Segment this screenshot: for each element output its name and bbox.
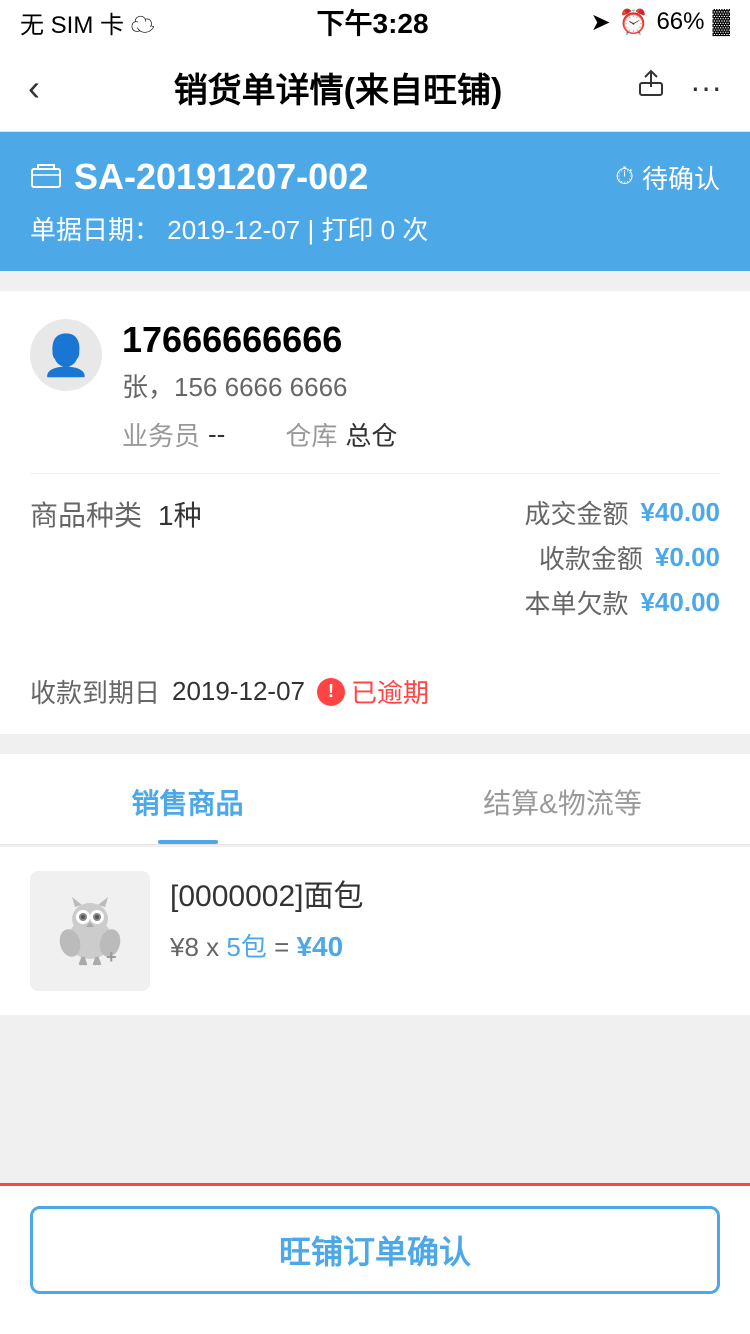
product-logo: + [50, 891, 130, 971]
product-item: + [0000002]面包 ¥8 x 5包 = ¥40 [30, 871, 720, 991]
customer-name: 张，156 6666 6666 [122, 367, 720, 404]
warehouse-field: 仓库 总仓 [285, 416, 397, 453]
salesperson-field: 业务员 -- [122, 416, 225, 453]
status-time: 下午3:28 [317, 2, 429, 42]
owed-amount: 本单欠款 ¥40.00 [524, 584, 720, 621]
confirm-btn-container: 旺铺订单确认 [0, 1183, 750, 1334]
due-date-section: 收款到期日 2019-12-07 ! 已逾期 [0, 649, 750, 734]
product-price: ¥8 x 5包 = ¥40 [170, 927, 720, 964]
customer-phone: 17666666666 [122, 319, 720, 361]
quantity: 5包 [226, 932, 266, 962]
order-icon [30, 156, 62, 198]
received-amount: 收款金额 ¥0.00 [539, 539, 720, 576]
header-card: SA-20191207-002 ⏱ 待确认 单据日期： 2019-12-07 |… [0, 132, 750, 271]
amount-section: 商品种类 1种 成交金额 ¥40.00 收款金额 ¥0.00 本单欠款 ¥40.… [30, 494, 720, 621]
back-button[interactable]: ‹ [28, 67, 40, 109]
avatar: 👤 [30, 319, 102, 391]
price-separator: = [267, 932, 297, 962]
status-left: 无 SIM 卡 ☁ [20, 5, 155, 40]
tab-settlement[interactable]: 结算&物流等 [375, 754, 750, 844]
order-id: SA-20191207-002 [30, 156, 368, 198]
tabs-container: 销售商品 结算&物流等 [0, 754, 750, 845]
overdue-icon: ! [317, 678, 345, 706]
amount-details: 成交金额 ¥40.00 收款金额 ¥0.00 本单欠款 ¥40.00 [524, 494, 720, 621]
product-thumbnail: + [30, 871, 150, 991]
share-icon[interactable] [636, 69, 666, 107]
tab-sales[interactable]: 销售商品 [0, 754, 375, 844]
clock-icon: ⏱ [615, 163, 634, 191]
confirm-order-button[interactable]: 旺铺订单确认 [30, 1206, 720, 1294]
status-right: ➤ ⏰ 66% ▓ [590, 8, 730, 37]
product-info: [0000002]面包 ¥8 x 5包 = ¥40 [170, 871, 720, 991]
sim-status: 无 SIM 卡 ☁ [20, 5, 155, 40]
page-title: 销货单详情(来自旺铺) [40, 63, 636, 112]
user-icon: 👤 [41, 332, 91, 379]
transaction-amount: 成交金额 ¥40.00 [524, 494, 720, 531]
product-type: 商品种类 1种 [30, 494, 202, 534]
product-name: [0000002]面包 [170, 871, 720, 915]
customer-card: 👤 17666666666 张，156 6666 6666 业务员 -- 仓库 … [0, 291, 750, 649]
price-total: ¥40 [296, 931, 343, 962]
status-bar: 无 SIM 卡 ☁ 下午3:28 ➤ ⏰ 66% ▓ [0, 0, 750, 44]
order-meta: 单据日期： 2019-12-07 | 打印 0 次 [30, 210, 720, 247]
more-icon[interactable]: ··· [690, 69, 722, 106]
battery-level: 66% [656, 8, 704, 36]
divider [30, 473, 720, 474]
alarm-icon: ⏰ [619, 8, 649, 37]
product-section: + [0000002]面包 ¥8 x 5包 = ¥40 [0, 847, 750, 1015]
price-prefix: ¥8 x [170, 932, 226, 962]
nav-actions: ··· [636, 69, 722, 107]
svg-text:+: + [106, 947, 117, 967]
location-icon: ➤ [590, 8, 610, 37]
nav-bar: ‹ 销货单详情(来自旺铺) ··· [0, 44, 750, 132]
status-badge: ⏱ 待确认 [615, 159, 720, 196]
overdue-badge: ! 已逾期 [317, 673, 429, 710]
customer-info: 17666666666 张，156 6666 6666 业务员 -- 仓库 总仓 [122, 319, 720, 453]
battery-icon: ▓ [712, 8, 730, 36]
